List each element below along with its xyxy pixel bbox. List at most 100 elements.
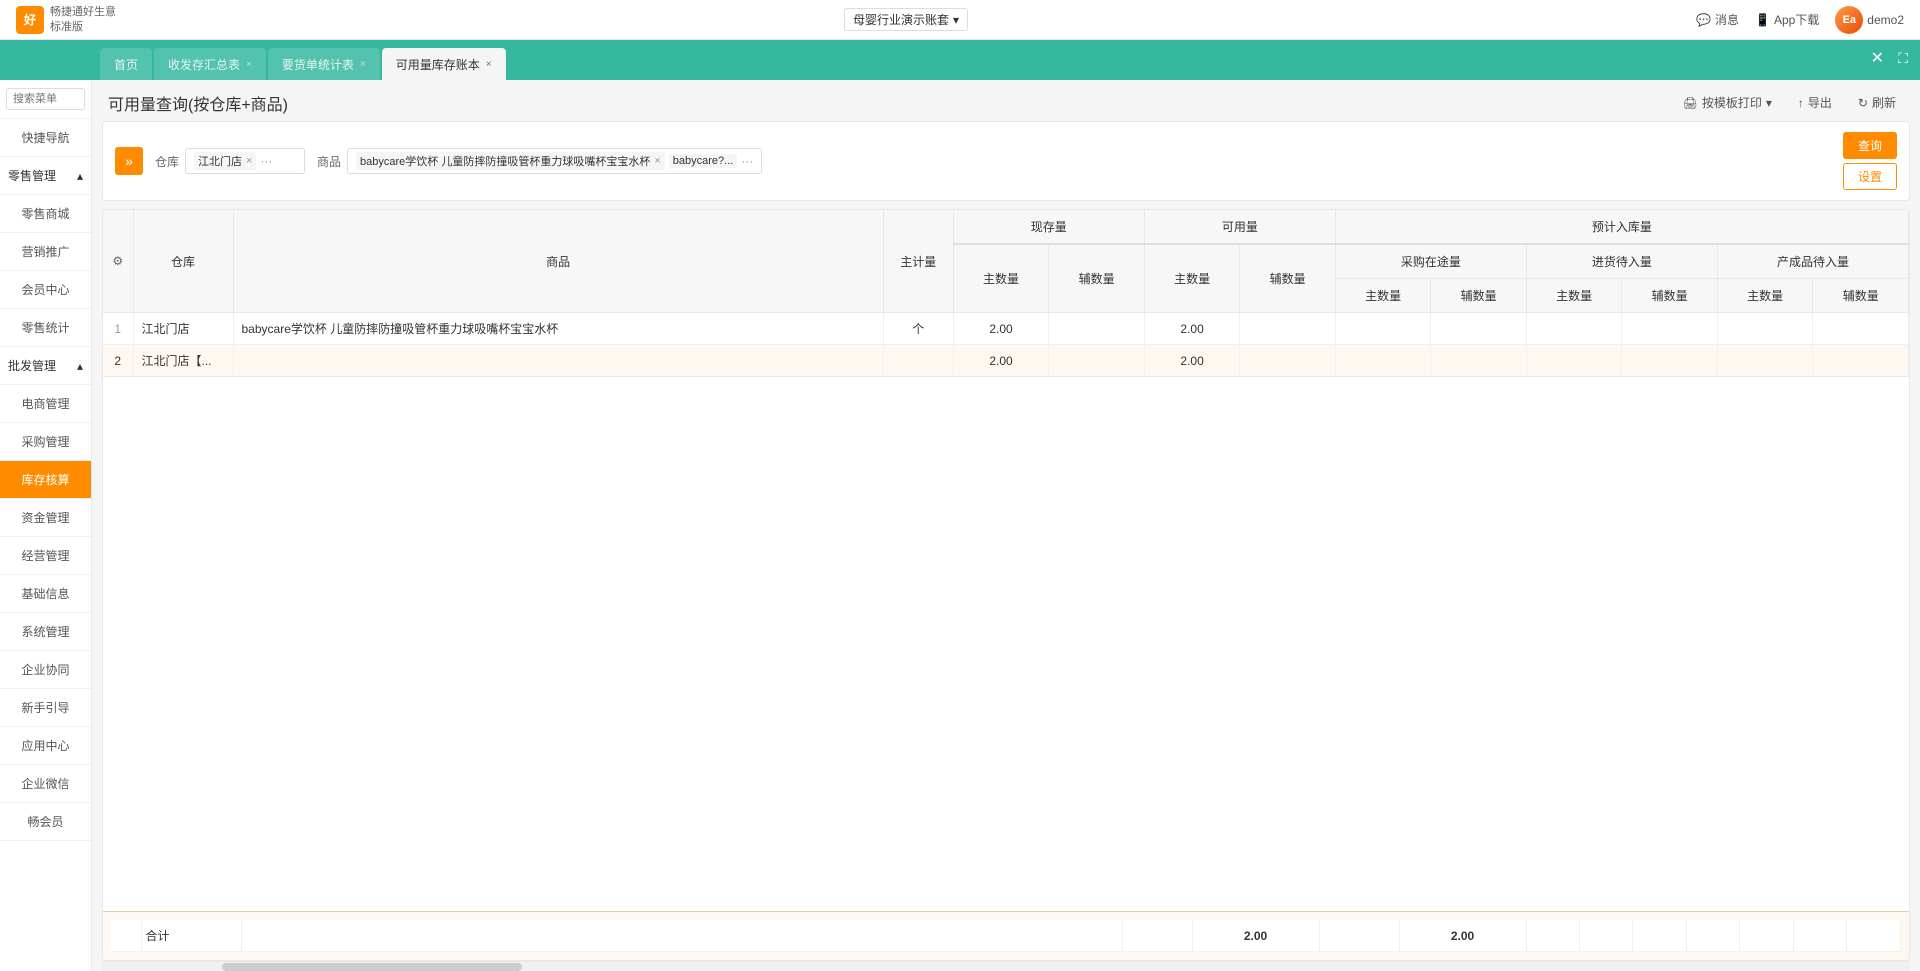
query-button[interactable]: 查询 (1843, 132, 1897, 159)
th-incoming: 进货待入量 (1526, 244, 1717, 279)
content-area: 可用量查询(按仓库+商品) 🖨 按模板打印 ▾ ↑ 导出 ↻ 刷新 » (92, 80, 1920, 971)
refresh-icon: ↻ (1858, 96, 1868, 110)
sidebar-item-member-center[interactable]: 会员中心 (0, 271, 91, 309)
table-container: ⚙ 仓库 商品 主计量 现存量 可用量 预计入库量 主数量 辅数量 (102, 209, 1910, 961)
sidebar-item-retail-mgmt[interactable]: 零售管理 ▴ (0, 157, 91, 195)
search-input[interactable] (6, 88, 85, 110)
sidebar-item-marketing[interactable]: 营销推广 (0, 233, 91, 271)
tab-home[interactable]: 首页 (100, 48, 152, 80)
sidebar: 快捷导航 零售管理 ▴ 零售商城 营销推广 会员中心 零售统计 批发管理 ▴ 电… (0, 80, 92, 971)
warehouse-filter: 仓库 江北门店 × ··· (155, 148, 305, 174)
print-btn[interactable]: 🖨 按模板打印 ▾ (1675, 90, 1780, 115)
sidebar-item-retail-mall[interactable]: 零售商城 (0, 195, 91, 233)
row-avail-main-1: 2.00 (1144, 313, 1240, 345)
remove-warehouse-tag[interactable]: × (246, 155, 252, 167)
more-products-btn[interactable]: ··· (741, 154, 753, 168)
chevron-print-icon: ▾ (1766, 96, 1772, 110)
subtotal-pur-main (1335, 345, 1431, 377)
th-current-stock: 现存量 (953, 210, 1144, 244)
main-layout: 快捷导航 零售管理 ▴ 零售商城 营销推广 会员中心 零售统计 批发管理 ▴ 电… (0, 80, 1920, 971)
chevron-up-icon-2: ▴ (77, 359, 83, 373)
sidebar-item-wholesale-mgmt[interactable]: 批发管理 ▴ (0, 347, 91, 385)
footer-label: 合计 (141, 920, 241, 952)
filter-buttons: 查询 设置 (1843, 132, 1897, 190)
sidebar-item-app-center[interactable]: 应用中心 (0, 727, 91, 765)
sidebar-item-basic-info[interactable]: 基础信息 (0, 575, 91, 613)
row-cur-aux-1 (1049, 313, 1145, 345)
logo-icon: 好 (16, 6, 44, 34)
row-pur-main-1 (1335, 313, 1431, 345)
subtotal-avail-main: 2.00 (1144, 345, 1240, 377)
expand-btn[interactable]: ⛶ (1898, 50, 1908, 67)
th-prod-main: 主数量 (1717, 279, 1813, 313)
row-cur-main-1: 2.00 (953, 313, 1049, 345)
sidebar-item-new-guide[interactable]: 新手引导 (0, 689, 91, 727)
remove-product-tag-1[interactable]: × (654, 155, 660, 167)
app-download-btn[interactable]: 📱 App下载 (1755, 11, 1819, 28)
warehouse-tag: 江北门店 × (194, 152, 256, 170)
close-tab-3[interactable]: × (486, 59, 492, 70)
table-scroll[interactable]: ⚙ 仓库 商品 主计量 现存量 可用量 预计入库量 主数量 辅数量 (103, 210, 1909, 911)
scrollbar-thumb[interactable] (222, 963, 522, 971)
row-pur-aux-1 (1431, 313, 1527, 345)
chevron-down-icon: ▾ (953, 13, 959, 27)
logo-area: 好 畅捷通好生意 标准版 (16, 5, 116, 34)
filter-area: » 仓库 江北门店 × ··· 商品 babycare学饮杯 儿童防摔防撞吸管杯… (102, 121, 1910, 201)
tab-order-stats[interactable]: 要货单统计表 × (268, 48, 380, 80)
refresh-btn[interactable]: ↻ 刷新 (1850, 90, 1904, 115)
footer-total-avail-main: 2.00 (1399, 920, 1526, 952)
sidebar-item-inventory[interactable]: 库存核算 (0, 461, 91, 499)
table-footer: 合计 2.00 2.00 (103, 911, 1909, 960)
product-tag-1: babycare学饮杯 儿童防摔防撞吸管杯重力球吸嘴杯宝宝水杯 × (356, 152, 665, 170)
industry-selector[interactable]: 母婴行业演示账套 ▾ (844, 8, 968, 31)
sidebar-item-finance[interactable]: 资金管理 (0, 499, 91, 537)
th-purchased: 采购在途量 (1335, 244, 1526, 279)
user-area[interactable]: Ea demo2 (1835, 6, 1904, 34)
row-unit-1: 个 (883, 313, 953, 345)
th-product: 商品 (233, 210, 883, 313)
th-prod-aux: 辅数量 (1813, 279, 1909, 313)
top-bar-right: 💬 消息 📱 App下载 Ea demo2 (1696, 6, 1904, 34)
product-value-box[interactable]: babycare学饮杯 儿童防摔防撞吸管杯重力球吸嘴杯宝宝水杯 × babyca… (347, 148, 762, 174)
row-prod-aux-1 (1813, 313, 1909, 345)
th-settings[interactable]: ⚙ (103, 210, 133, 313)
th-current-aux: 辅数量 (1049, 244, 1145, 313)
settings-button[interactable]: 设置 (1843, 163, 1897, 190)
more-warehouses-btn[interactable]: ··· (260, 154, 272, 168)
sidebar-item-retail-stats[interactable]: 零售统计 (0, 309, 91, 347)
subtotal-inc-aux (1622, 345, 1718, 377)
th-avail-aux: 辅数量 (1240, 244, 1336, 313)
th-unit: 主计量 (883, 210, 953, 313)
top-bar: 好 畅捷通好生意 标准版 母婴行业演示账套 ▾ 💬 消息 📱 App下载 Ea … (0, 0, 1920, 40)
subtotal-cur-main: 2.00 (953, 345, 1049, 377)
sidebar-item-ecommerce[interactable]: 电商管理 (0, 385, 91, 423)
horizontal-scrollbar[interactable] (102, 961, 1910, 971)
sidebar-item-wechat[interactable]: 企业微信 (0, 765, 91, 803)
sidebar-item-member[interactable]: 畅会员 (0, 803, 91, 841)
sidebar-item-enterprise[interactable]: 企业协同 (0, 651, 91, 689)
close-tab-2[interactable]: × (360, 59, 366, 70)
product-tag-2: babycare?... (669, 154, 738, 168)
message-icon: 💬 (1696, 13, 1711, 27)
sidebar-item-operations[interactable]: 经营管理 (0, 537, 91, 575)
sidebar-item-system[interactable]: 系统管理 (0, 613, 91, 651)
sidebar-search-area[interactable] (0, 80, 91, 119)
avatar: Ea (1835, 6, 1863, 34)
page-header: 可用量查询(按仓库+商品) 🖨 按模板打印 ▾ ↑ 导出 ↻ 刷新 (92, 80, 1920, 121)
sidebar-item-quick-nav[interactable]: 快捷导航 (0, 119, 91, 157)
close-all-tabs-btn[interactable]: ✕ (1871, 48, 1884, 68)
settings-icon[interactable]: ⚙ (112, 254, 123, 268)
industry-selector-area[interactable]: 母婴行业演示账套 ▾ (844, 8, 968, 31)
warehouse-value-box[interactable]: 江北门店 × ··· (185, 148, 305, 174)
tab-inventory-summary[interactable]: 收发存汇总表 × (154, 48, 266, 80)
export-btn[interactable]: ↑ 导出 (1790, 90, 1840, 115)
th-current-main: 主数量 (953, 244, 1049, 313)
filter-toggle-btn[interactable]: » (115, 147, 143, 175)
close-tab-1[interactable]: × (246, 59, 252, 70)
sidebar-item-purchase[interactable]: 采购管理 (0, 423, 91, 461)
th-products-in: 产成品待入量 (1717, 244, 1908, 279)
chevron-up-icon: ▴ (77, 169, 83, 183)
tab-available-inventory[interactable]: 可用量库存账本 × (382, 48, 506, 80)
th-planned-in: 预计入库量 (1335, 210, 1908, 244)
message-btn[interactable]: 💬 消息 (1696, 11, 1739, 28)
